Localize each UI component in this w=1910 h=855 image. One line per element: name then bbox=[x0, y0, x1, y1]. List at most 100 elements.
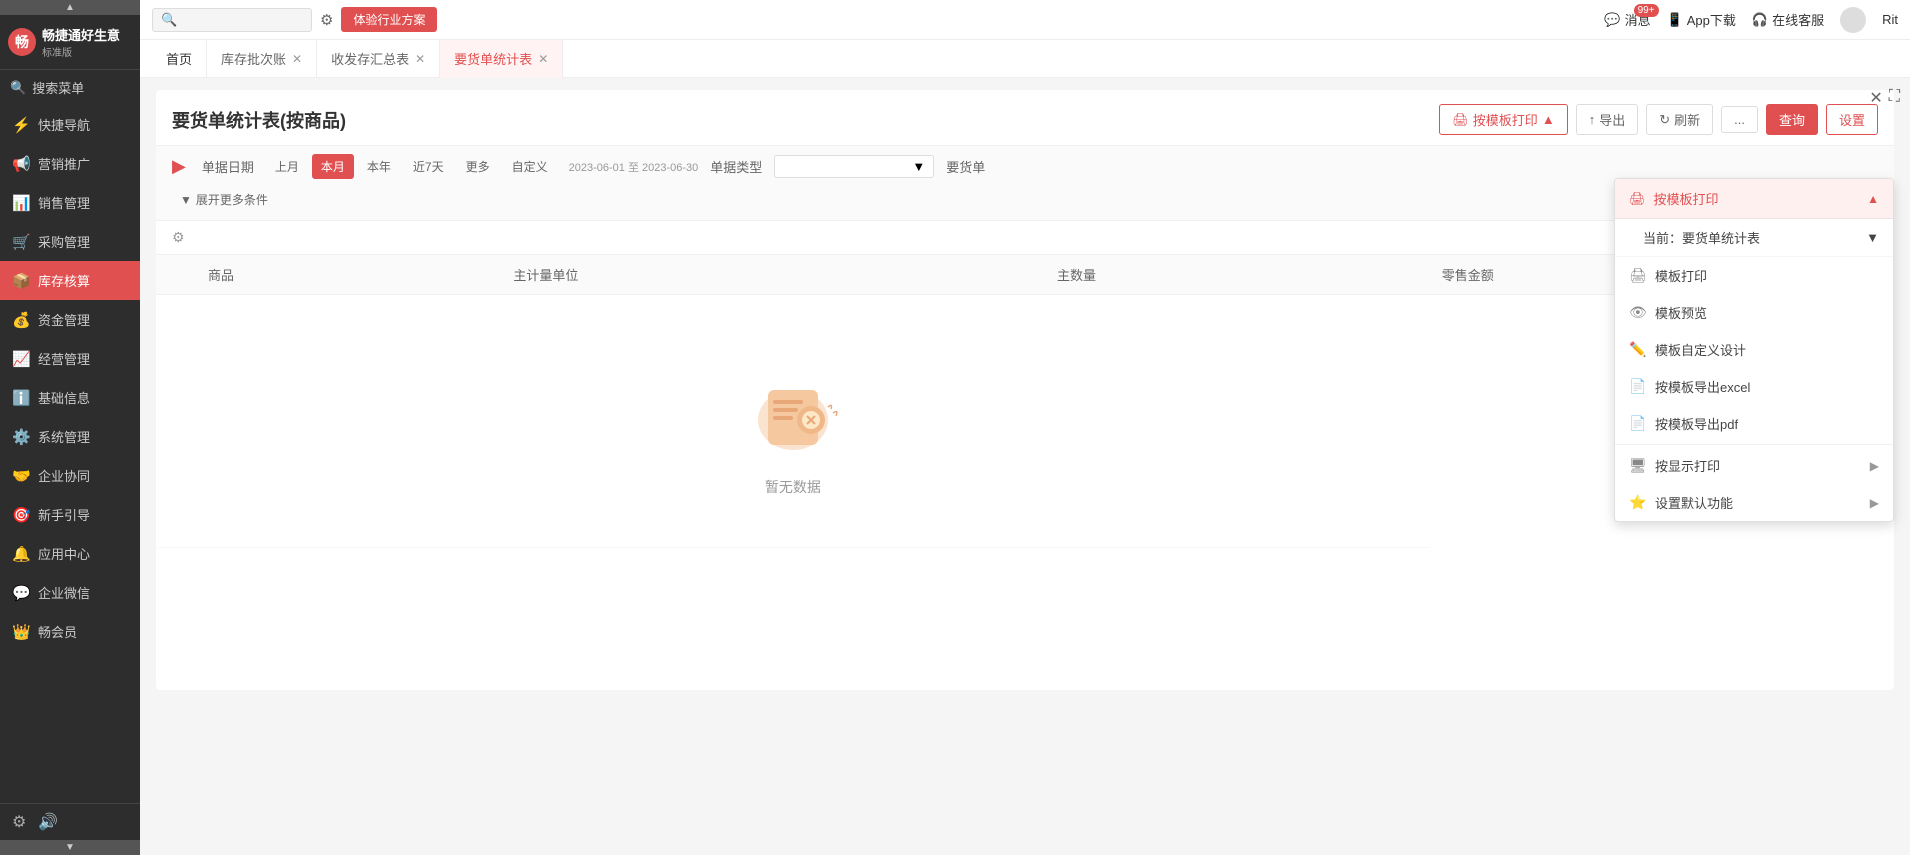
dropdown-item-template-design[interactable]: ✏️模板自定义设计 bbox=[1615, 331, 1893, 368]
tab-label-order-summary: 要货单统计表 bbox=[454, 49, 532, 68]
sidebar-item-system[interactable]: ⚙️系统管理 bbox=[0, 417, 140, 456]
nav-icon-app-center: 🔔 bbox=[12, 545, 30, 563]
sidebar-item-basic-info[interactable]: ℹ️基础信息 bbox=[0, 378, 140, 417]
service-btn[interactable]: 🎧 在线客服 bbox=[1752, 10, 1824, 29]
more-btn[interactable]: ... bbox=[1721, 106, 1758, 133]
dropdown-sub-icon-display-print: 🖥 bbox=[1629, 457, 1645, 474]
sidebar-item-quick-nav[interactable]: ⚡快捷导航 bbox=[0, 105, 140, 144]
th-主计量单位: 主计量单位 bbox=[501, 255, 1045, 295]
print-btn[interactable]: 🖨 按模板打印 ▲ bbox=[1439, 104, 1567, 135]
date-btn-自定义[interactable]: 自定义 bbox=[503, 154, 557, 179]
date-btn-本月[interactable]: 本月 bbox=[312, 154, 354, 179]
column-settings-icon[interactable]: ⚙ bbox=[172, 229, 185, 246]
filter-expand-icon[interactable]: ▶ bbox=[172, 156, 186, 177]
dropdown-close-icon[interactable]: ▲ bbox=[1867, 192, 1879, 206]
industry-btn[interactable]: 体验行业方案 bbox=[341, 7, 437, 32]
tab-home[interactable]: 首页 bbox=[152, 40, 207, 78]
refresh-btn[interactable]: ↻ 刷新 bbox=[1646, 104, 1713, 135]
topbar-search-box[interactable]: 🔍 bbox=[152, 8, 312, 32]
nav-label-app-center: 应用中心 bbox=[38, 544, 90, 563]
settings-page-btn[interactable]: 设置 bbox=[1826, 104, 1878, 135]
date-btn-更多[interactable]: 更多 bbox=[457, 154, 499, 179]
nav-label-quick-nav: 快捷导航 bbox=[38, 115, 90, 134]
page-area: ✕ ⛶ 要货单统计表(按商品) 🖨 按模板打印 ▲ ↑ bbox=[140, 78, 1910, 855]
dropdown-current-item[interactable]: 当前：要货单统计表 ▼ bbox=[1615, 219, 1893, 257]
nav-label-system: 系统管理 bbox=[38, 427, 90, 446]
sidebar-item-app-center[interactable]: 🔔 应用中心 bbox=[0, 534, 140, 573]
empty-text: 暂无数据 bbox=[765, 477, 821, 497]
sidebar-item-newbie[interactable]: 🎯新手引导 bbox=[0, 495, 140, 534]
th-settings bbox=[156, 255, 196, 295]
sidebar-scroll-up[interactable]: ▲ bbox=[0, 0, 140, 15]
sidebar-scroll-down[interactable]: ▼ bbox=[0, 840, 140, 855]
sidebar-item-enterprise-wechat[interactable]: 💬企业微信 bbox=[0, 573, 140, 612]
tab-label-receipts-summary: 收发存汇总表 bbox=[331, 49, 409, 68]
topbar: 🔍 ⚙ 体验行业方案 💬 消息 99+ 📱 App下载 🎧 在线客服 Rit bbox=[140, 0, 1910, 40]
message-icon: 💬 bbox=[1604, 12, 1620, 28]
export-btn[interactable]: ↑ 导出 bbox=[1576, 104, 1639, 135]
sound-icon[interactable]: 🔊 bbox=[38, 812, 58, 832]
dropdown-icon-template-design: ✏️ bbox=[1629, 341, 1645, 358]
expand-icon: ▼ bbox=[180, 193, 192, 207]
tab-inventory-batch[interactable]: 库存批次账✕ bbox=[207, 40, 317, 78]
query-btn[interactable]: 查询 bbox=[1766, 104, 1818, 135]
sidebar-item-finance[interactable]: 💰资金管理 bbox=[0, 300, 140, 339]
nav-icon-vip: 👑 bbox=[12, 623, 30, 641]
sidebar-item-sales[interactable]: 📊销售管理 bbox=[0, 183, 140, 222]
topbar-search-icon: 🔍 bbox=[161, 12, 177, 28]
message-btn[interactable]: 💬 消息 99+ bbox=[1604, 10, 1650, 29]
date-btn-近7天[interactable]: 近7天 bbox=[404, 154, 453, 179]
type-select[interactable]: ▼ bbox=[774, 155, 934, 178]
dropdown-item-template-excel[interactable]: 📄按模板导出excel bbox=[1615, 368, 1893, 405]
sidebar-item-operations[interactable]: 📈经营管理 bbox=[0, 339, 140, 378]
date-btn-上月[interactable]: 上月 bbox=[266, 154, 308, 179]
dropdown-sub-arrow-display-print: ▶ bbox=[1870, 459, 1879, 473]
topbar-gear-icon[interactable]: ⚙ bbox=[320, 11, 333, 29]
nav-label-enterprise-wechat: 企业微信 bbox=[38, 583, 90, 602]
date-btn-本年[interactable]: 本年 bbox=[358, 154, 400, 179]
dropdown-sub-display-print[interactable]: 🖥 按显示打印 ▶ bbox=[1615, 447, 1893, 484]
tab-close-inventory-batch[interactable]: ✕ bbox=[292, 52, 302, 66]
dropdown-title: 按模板打印 bbox=[1654, 189, 1719, 208]
empty-illustration bbox=[743, 365, 843, 465]
type-select-arrow: ▼ bbox=[912, 159, 925, 174]
dropdown-current-label: 当前：要货单统计表 bbox=[1643, 228, 1760, 247]
nav-label-newbie: 新手引导 bbox=[38, 505, 90, 524]
export-icon: ↑ bbox=[1589, 112, 1596, 127]
settings-icon[interactable]: ⚙ bbox=[12, 812, 26, 832]
app-download-btn[interactable]: 📱 App下载 bbox=[1667, 10, 1736, 29]
expand-window-icon[interactable]: ⛶ bbox=[1889, 88, 1900, 108]
dropdown-item-template-pdf[interactable]: 📄按模板导出pdf bbox=[1615, 405, 1893, 442]
dropdown-item-template-print[interactable]: 🖨模板打印 bbox=[1615, 257, 1893, 294]
nav-label-finance: 资金管理 bbox=[38, 310, 90, 329]
dropdown-current-arrow: ▼ bbox=[1866, 230, 1879, 245]
dropdown-sub-set-default[interactable]: ⭐ 设置默认功能 ▶ bbox=[1615, 484, 1893, 521]
sidebar-item-marketing[interactable]: 📢营销推广 bbox=[0, 144, 140, 183]
sidebar-item-inventory[interactable]: 📦库存核算 bbox=[0, 261, 140, 300]
dropdown-icon-template-pdf: 📄 bbox=[1629, 415, 1645, 432]
tab-close-receipts-summary[interactable]: ✕ bbox=[415, 52, 425, 66]
dropdown-item-template-preview[interactable]: 👁模板预览 bbox=[1615, 294, 1893, 331]
close-window-icon[interactable]: ✕ bbox=[1869, 88, 1882, 108]
sidebar: ▲ 畅 畅捷通好生意 标准版 🔍 搜索菜单 ⚡快捷导航📢营销推广📊销售管理🛒采购… bbox=[0, 0, 140, 855]
page-actions: 🖨 按模板打印 ▲ ↑ 导出 ↻ 刷新 ... 查询 bbox=[1439, 104, 1878, 135]
tab-close-order-summary[interactable]: ✕ bbox=[538, 52, 548, 66]
username[interactable]: Rit bbox=[1882, 12, 1898, 27]
tab-receipts-summary[interactable]: 收发存汇总表 ✕ bbox=[317, 40, 440, 78]
sidebar-search[interactable]: 🔍 搜索菜单 bbox=[0, 70, 140, 105]
tab-order-summary[interactable]: 要货单统计表 ✕ bbox=[440, 40, 563, 78]
tabs-bar: 首页库存批次账✕ 收发存汇总表 ✕ 要货单统计表 ✕ bbox=[140, 40, 1910, 78]
sidebar-item-vip[interactable]: 👑 畅会员 bbox=[0, 612, 140, 651]
topbar-search-input[interactable] bbox=[181, 13, 303, 27]
dropdown-label-template-excel: 按模板导出excel bbox=[1655, 377, 1750, 396]
sidebar-logo: 畅 畅捷通好生意 标准版 bbox=[0, 15, 140, 70]
sidebar-item-cooperation[interactable]: 🤝企业协同 bbox=[0, 456, 140, 495]
headset-icon: 🎧 bbox=[1752, 12, 1768, 28]
dropdown-items-list: 🖨模板打印👁模板预览✏️模板自定义设计📄按模板导出excel📄按模板导出pdf bbox=[1615, 257, 1893, 442]
dropdown-icon-template-print: 🖨 bbox=[1629, 267, 1645, 284]
nav-label-inventory: 库存核算 bbox=[38, 271, 90, 290]
avatar[interactable] bbox=[1840, 7, 1866, 33]
refresh-icon: ↻ bbox=[1659, 112, 1670, 128]
nav-label-vip: 畅会员 bbox=[38, 622, 77, 641]
sidebar-item-purchase[interactable]: 🛒采购管理 bbox=[0, 222, 140, 261]
